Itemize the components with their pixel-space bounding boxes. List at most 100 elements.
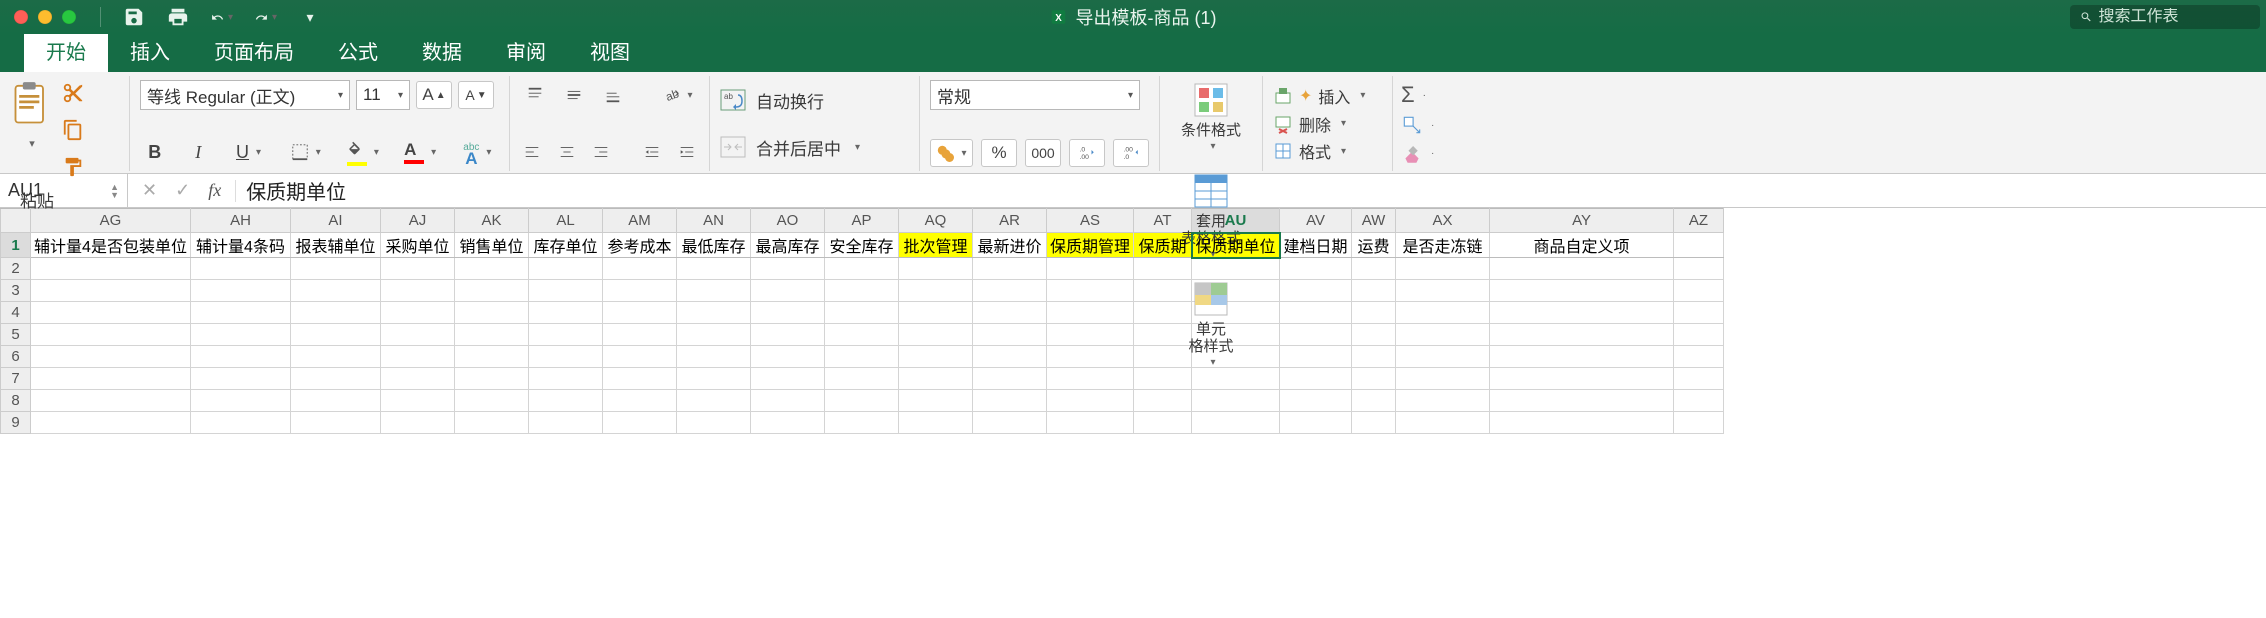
cell-AY2[interactable] <box>1490 258 1674 280</box>
column-header-AJ[interactable]: AJ <box>381 209 455 233</box>
column-header-AK[interactable]: AK <box>455 209 529 233</box>
cell-AO1[interactable]: 最高库存 <box>751 233 825 258</box>
cell-AH3[interactable] <box>191 280 291 302</box>
cell-AH5[interactable] <box>191 324 291 346</box>
autosum-button[interactable]: Σ· <box>1401 82 1475 108</box>
tab-插入[interactable]: 插入 <box>108 29 192 72</box>
cell-AN5[interactable] <box>677 324 751 346</box>
cell-AM7[interactable] <box>603 368 677 390</box>
cell-AZ5[interactable] <box>1674 324 1724 346</box>
cell-AO7[interactable] <box>751 368 825 390</box>
cell-AG5[interactable] <box>31 324 191 346</box>
cell-AG8[interactable] <box>31 390 191 412</box>
cell-AK8[interactable] <box>455 390 529 412</box>
cell-AM2[interactable] <box>603 258 677 280</box>
cell-AQ3[interactable] <box>899 280 973 302</box>
cell-AI4[interactable] <box>291 302 381 324</box>
cell-AI6[interactable] <box>291 346 381 368</box>
tab-视图[interactable]: 视图 <box>568 29 652 72</box>
cell-AP9[interactable] <box>825 412 899 434</box>
row-header-9[interactable]: 9 <box>1 412 31 434</box>
cell-AX7[interactable] <box>1396 368 1490 390</box>
fill-button[interactable]: · <box>1401 114 1475 137</box>
qat-customize-icon[interactable]: ▾ <box>299 6 321 28</box>
cell-AS3[interactable] <box>1047 280 1134 302</box>
cell-AM3[interactable] <box>603 280 677 302</box>
cell-AL2[interactable] <box>529 258 603 280</box>
cell-AV5[interactable] <box>1280 324 1352 346</box>
cell-AH2[interactable] <box>191 258 291 280</box>
cell-AX3[interactable] <box>1396 280 1490 302</box>
copy-icon[interactable] <box>62 119 84 146</box>
comma-button[interactable]: 000 <box>1025 139 1061 167</box>
column-header-AM[interactable]: AM <box>603 209 677 233</box>
cell-AV3[interactable] <box>1280 280 1352 302</box>
clear-button[interactable]: · <box>1401 143 1475 166</box>
cell-AJ3[interactable] <box>381 280 455 302</box>
cell-AZ3[interactable] <box>1674 280 1724 302</box>
column-header-AS[interactable]: AS <box>1047 209 1134 233</box>
cell-AG9[interactable] <box>31 412 191 434</box>
cell-AM9[interactable] <box>603 412 677 434</box>
cell-AZ7[interactable] <box>1674 368 1724 390</box>
cell-AP4[interactable] <box>825 302 899 324</box>
cell-AI5[interactable] <box>291 324 381 346</box>
align-middle-icon[interactable] <box>559 80 588 110</box>
cell-AQ9[interactable] <box>899 412 973 434</box>
cell-AV6[interactable] <box>1280 346 1352 368</box>
cell-AL8[interactable] <box>529 390 603 412</box>
cell-AQ1[interactable]: 批次管理 <box>899 233 973 258</box>
cell-AO2[interactable] <box>751 258 825 280</box>
tab-页面布局[interactable]: 页面布局 <box>192 29 316 72</box>
conditional-format-button[interactable]: 条件格式▾ <box>1178 80 1244 153</box>
cell-AK4[interactable] <box>455 302 529 324</box>
cell-AW9[interactable] <box>1352 412 1396 434</box>
cell-AY3[interactable] <box>1490 280 1674 302</box>
column-header-AZ[interactable]: AZ <box>1674 209 1724 233</box>
cell-AU1[interactable]: 保质期单位 <box>1192 233 1280 258</box>
cell-AH8[interactable] <box>191 390 291 412</box>
column-header-AV[interactable]: AV <box>1280 209 1352 233</box>
cell-AO6[interactable] <box>751 346 825 368</box>
italic-button[interactable]: I <box>183 137 212 167</box>
cell-AK5[interactable] <box>455 324 529 346</box>
cut-icon[interactable] <box>62 82 84 109</box>
cell-AT2[interactable] <box>1134 258 1192 280</box>
cell-AN9[interactable] <box>677 412 751 434</box>
cell-AL6[interactable] <box>529 346 603 368</box>
cell-AG4[interactable] <box>31 302 191 324</box>
currency-button[interactable]: ▾ <box>930 139 973 167</box>
cell-AJ4[interactable] <box>381 302 455 324</box>
close-window-button[interactable] <box>14 10 28 24</box>
font-size-combo[interactable]: 11▾ <box>356 80 410 110</box>
spreadsheet-grid[interactable]: AGAHAIAJAKALAMANAOAPAQARASATAUAVAWAXAYAZ… <box>0 208 2266 434</box>
cell-AP7[interactable] <box>825 368 899 390</box>
column-header-AX[interactable]: AX <box>1396 209 1490 233</box>
cell-AY7[interactable] <box>1490 368 1674 390</box>
cell-AO9[interactable] <box>751 412 825 434</box>
save-icon[interactable] <box>123 6 145 28</box>
cell-AS5[interactable] <box>1047 324 1134 346</box>
align-top-icon[interactable] <box>520 80 549 110</box>
row-header-1[interactable]: 1 <box>1 233 31 258</box>
cell-AY6[interactable] <box>1490 346 1674 368</box>
cell-AS7[interactable] <box>1047 368 1134 390</box>
cell-AI9[interactable] <box>291 412 381 434</box>
column-header-AO[interactable]: AO <box>751 209 825 233</box>
cell-AX8[interactable] <box>1396 390 1490 412</box>
cell-AW4[interactable] <box>1352 302 1396 324</box>
cell-AY5[interactable] <box>1490 324 1674 346</box>
decrease-decimal-icon[interactable]: .00.0 <box>1113 139 1149 167</box>
row-header-5[interactable]: 5 <box>1 324 31 346</box>
tab-公式[interactable]: 公式 <box>316 29 400 72</box>
cell-AR6[interactable] <box>973 346 1047 368</box>
enter-formula-icon[interactable]: ✓ <box>175 180 190 201</box>
row-header-6[interactable]: 6 <box>1 346 31 368</box>
cell-AN8[interactable] <box>677 390 751 412</box>
cell-AN1[interactable]: 最低库存 <box>677 233 751 258</box>
search-box[interactable] <box>2070 5 2260 29</box>
cell-AY9[interactable] <box>1490 412 1674 434</box>
cell-AZ6[interactable] <box>1674 346 1724 368</box>
cell-AO8[interactable] <box>751 390 825 412</box>
cell-AJ2[interactable] <box>381 258 455 280</box>
